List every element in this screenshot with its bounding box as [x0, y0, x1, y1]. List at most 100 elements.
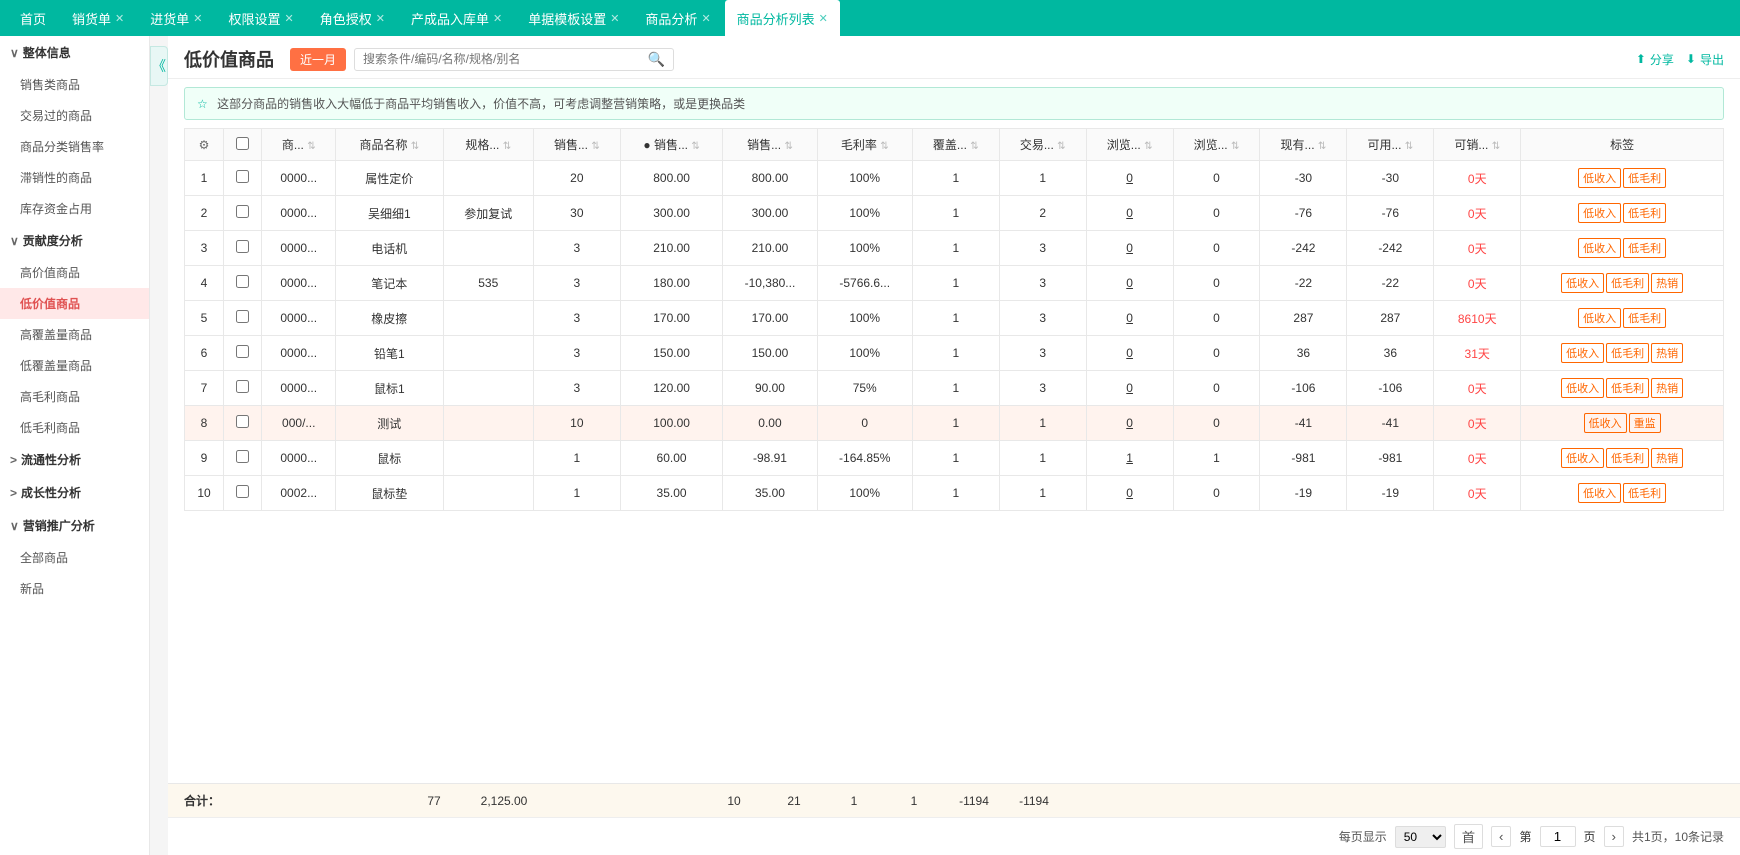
share-button[interactable]: ⬆ 分享 — [1636, 51, 1674, 68]
row-view1[interactable]: 0 — [1086, 196, 1173, 231]
first-page-button[interactable]: 首 — [1454, 824, 1483, 849]
nav-close-permissions[interactable]: ✕ — [285, 12, 294, 25]
sidebar-group-growth[interactable]: > 成长性分析 — [0, 476, 149, 509]
sidebar-item-traded-products[interactable]: 交易过的商品 — [0, 100, 149, 131]
col-trade[interactable]: 交易... ⇅ — [999, 129, 1086, 161]
select-all-checkbox[interactable] — [236, 137, 249, 150]
nav-close-sales[interactable]: ✕ — [115, 12, 124, 25]
row-view1[interactable]: 0 — [1086, 231, 1173, 266]
col-stock2[interactable]: 可用... ⇅ — [1347, 129, 1434, 161]
sidebar-collapse-button[interactable]: 《 — [150, 46, 168, 86]
sidebar-group-marketing[interactable]: ∨ 营销推广分析 — [0, 509, 149, 542]
nav-close-analysis[interactable]: ✕ — [701, 12, 710, 25]
col-coverage[interactable]: 覆盖... ⇅ — [912, 129, 999, 161]
col-stock3[interactable]: 可销... ⇅ — [1434, 129, 1521, 161]
sidebar-item-slow-products[interactable]: 滞销性的商品 — [0, 162, 149, 193]
export-button[interactable]: ⬇ 导出 — [1686, 51, 1724, 68]
footer-totals: 合计： 77 2,125.00 10 21 1 1 -1194 -1194 — [168, 783, 1740, 817]
sidebar-group-contribution[interactable]: ∨ 贡献度分析 — [0, 224, 149, 257]
nav-purchase[interactable]: 进货单 ✕ — [138, 0, 214, 36]
col-gear[interactable]: ⚙ — [185, 129, 224, 161]
row-view1[interactable]: 0 — [1086, 406, 1173, 441]
prev-page-button[interactable]: ‹ — [1491, 826, 1511, 847]
row-checkbox[interactable] — [236, 380, 249, 393]
col-spec[interactable]: 规格... ⇅ — [443, 129, 533, 161]
row-checkbox-cell[interactable] — [224, 371, 262, 406]
row-view1[interactable]: 0 — [1086, 161, 1173, 196]
nav-analysis-list[interactable]: 商品分析列表 ✕ — [725, 0, 840, 36]
nav-analysis[interactable]: 商品分析 ✕ — [633, 0, 722, 36]
nav-permissions[interactable]: 权限设置 ✕ — [216, 0, 305, 36]
sidebar-item-high-margin[interactable]: 高毛利商品 — [0, 381, 149, 412]
col-margin[interactable]: 毛利率 ⇅ — [817, 129, 912, 161]
col-stock1[interactable]: 现有... ⇅ — [1260, 129, 1347, 161]
row-checkbox-cell[interactable] — [224, 476, 262, 511]
row-checkbox[interactable] — [236, 205, 249, 218]
col-sales1[interactable]: 销售... ⇅ — [533, 129, 620, 161]
row-view1[interactable]: 0 — [1086, 371, 1173, 406]
nav-close-purchase[interactable]: ✕ — [193, 12, 202, 25]
row-checkbox-cell[interactable] — [224, 266, 262, 301]
col-view1[interactable]: 浏览... ⇅ — [1086, 129, 1173, 161]
nav-close-analysis-list[interactable]: ✕ — [819, 12, 828, 25]
search-icon[interactable]: 🔍 — [648, 51, 665, 68]
row-view1[interactable]: 0 — [1086, 476, 1173, 511]
row-checkbox-cell[interactable] — [224, 161, 262, 196]
row-checkbox-cell[interactable] — [224, 301, 262, 336]
row-checkbox[interactable] — [236, 310, 249, 323]
sidebar-item-high-coverage[interactable]: 高覆盖量商品 — [0, 319, 149, 350]
nav-home[interactable]: 首页 — [8, 0, 58, 36]
nav-close-template[interactable]: ✕ — [610, 12, 619, 25]
row-checkbox[interactable] — [236, 275, 249, 288]
col-sales2[interactable]: ● 销售... ⇅ — [620, 129, 723, 161]
sidebar-item-low-coverage[interactable]: 低覆盖量商品 — [0, 350, 149, 381]
row-checkbox[interactable] — [236, 415, 249, 428]
sidebar-group-flow[interactable]: > 流通性分析 — [0, 443, 149, 476]
row-stock3: 31天 — [1434, 336, 1521, 371]
col-checkbox[interactable] — [224, 129, 262, 161]
search-input[interactable] — [363, 52, 648, 66]
row-code: 0000... — [262, 441, 336, 476]
sidebar-item-new-products[interactable]: 新品 — [0, 573, 149, 604]
nav-sales[interactable]: 销货单 ✕ — [60, 0, 136, 36]
sidebar-group-overall[interactable]: ∨ 整体信息 — [0, 36, 149, 69]
row-checkbox-cell[interactable] — [224, 336, 262, 371]
sidebar-item-sales-products[interactable]: 销售类商品 — [0, 69, 149, 100]
page-number-input[interactable] — [1540, 826, 1576, 847]
sidebar-item-low-margin[interactable]: 低毛利商品 — [0, 412, 149, 443]
nav-close-roles[interactable]: ✕ — [376, 12, 385, 25]
next-page-button[interactable]: › — [1604, 826, 1624, 847]
sidebar-item-high-value[interactable]: 高价值商品 — [0, 257, 149, 288]
row-checkbox[interactable] — [236, 450, 249, 463]
row-view1[interactable]: 1 — [1086, 441, 1173, 476]
sidebar-item-category-rate[interactable]: 商品分类销售率 — [0, 131, 149, 162]
row-view1[interactable]: 0 — [1086, 336, 1173, 371]
sidebar-item-inventory-fund[interactable]: 库存资金占用 — [0, 193, 149, 224]
row-checkbox[interactable] — [236, 240, 249, 253]
nav-template[interactable]: 单据模板设置 ✕ — [516, 0, 631, 36]
row-checkbox-cell[interactable] — [224, 196, 262, 231]
col-view2[interactable]: 浏览... ⇅ — [1173, 129, 1260, 161]
table-wrapper[interactable]: ⚙ 商... ⇅ 商品名称 ⇅ 规格... ⇅ 销售... ⇅ ● 销售... … — [168, 128, 1740, 783]
row-checkbox-cell[interactable] — [224, 231, 262, 266]
filter-button[interactable]: 近一月 — [290, 48, 346, 71]
row-checkbox[interactable] — [236, 485, 249, 498]
row-checkbox-cell[interactable] — [224, 406, 262, 441]
settings-icon[interactable]: ⚙ — [199, 138, 210, 152]
nav-close-stock-in[interactable]: ✕ — [493, 12, 502, 25]
row-checkbox[interactable] — [236, 345, 249, 358]
sidebar-item-all-products[interactable]: 全部商品 — [0, 542, 149, 573]
row-view2: 0 — [1173, 476, 1260, 511]
nav-roles[interactable]: 角色授权 ✕ — [308, 0, 397, 36]
row-checkbox[interactable] — [236, 170, 249, 183]
nav-stock-in[interactable]: 产成品入库单 ✕ — [399, 0, 514, 36]
per-page-select[interactable]: 50 100 200 — [1395, 826, 1446, 848]
row-view1[interactable]: 0 — [1086, 266, 1173, 301]
row-checkbox-cell[interactable] — [224, 441, 262, 476]
row-view1[interactable]: 0 — [1086, 301, 1173, 336]
row-spec — [443, 161, 533, 196]
sidebar-item-low-value[interactable]: 低价值商品 — [0, 288, 149, 319]
col-code[interactable]: 商... ⇅ — [262, 129, 336, 161]
col-sales3[interactable]: 销售... ⇅ — [723, 129, 817, 161]
col-name[interactable]: 商品名称 ⇅ — [336, 129, 444, 161]
